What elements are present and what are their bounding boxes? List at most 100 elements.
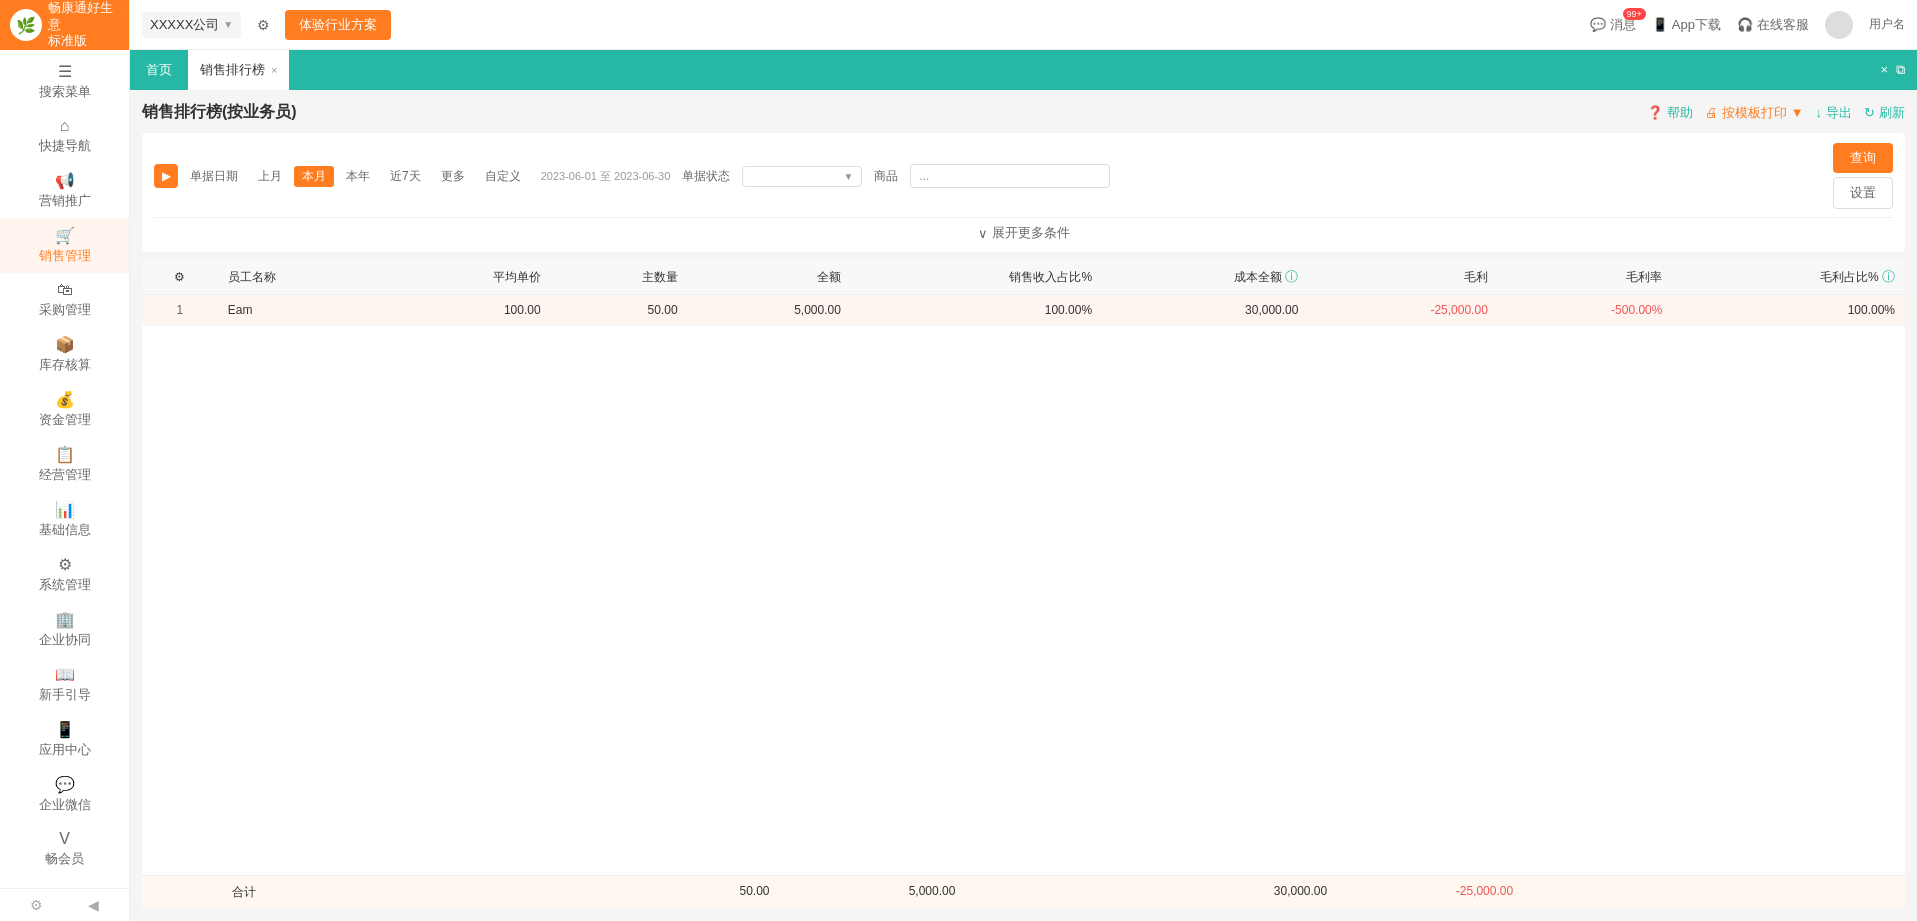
company-selector[interactable]: XXXXX公司 ▼	[142, 12, 241, 38]
sidebar-finance-label: 资金管理	[39, 411, 91, 429]
sidebar-item-basics[interactable]: 📊基础信息	[0, 492, 129, 547]
message-button[interactable]: 💬 消息 99+	[1590, 16, 1636, 34]
sidebar-basics-icon: 📊	[55, 500, 75, 519]
col-amount: 全额	[688, 260, 851, 295]
logo-text: 畅康通好生意 标准版	[48, 0, 119, 50]
table-footer: 合计 50.00 5,000.00 30,000.00 -25,000.00	[142, 875, 1905, 909]
help-button[interactable]: ❓ 帮助	[1647, 104, 1693, 122]
footer-sales-pct	[965, 884, 1151, 901]
sidebar-marketing-icon: 📢	[55, 171, 75, 190]
status-select[interactable]: ▼	[742, 166, 862, 187]
table-area: ⚙ 员工名称 平均单价 主数量 全额 销售收入占比% 成本全额 ⓘ 毛利 毛利率…	[142, 260, 1905, 909]
service-label: 在线客服	[1757, 16, 1809, 34]
footer-gross-rate	[1523, 884, 1709, 901]
company-name: XXXXX公司	[150, 16, 219, 34]
refresh-button[interactable]: ↻ 刷新	[1864, 104, 1905, 122]
col-sales-pct: 销售收入占比%	[851, 260, 1102, 295]
cell-gross-rate: -500.00%	[1498, 295, 1673, 326]
sidebar-item-inventory[interactable]: 📦库存核算	[0, 327, 129, 382]
cell-rank: 1	[142, 295, 218, 326]
date-custom-tab[interactable]: 自定义	[477, 166, 529, 187]
app-label: App下载	[1672, 16, 1721, 34]
sidebar-wechat-label: 企业微信	[39, 796, 91, 814]
date-range-text: 2023-06-01 至 2023-06-30	[541, 169, 671, 184]
logo-icon: 🌿	[10, 9, 42, 41]
sidebar-collapse-icon[interactable]: ◀	[88, 897, 99, 913]
goods-label: 商品	[874, 168, 898, 185]
sidebar-item-enterprise[interactable]: 🏢企业协同	[0, 602, 129, 657]
service-icon: 🎧	[1737, 17, 1753, 32]
footer-total-label: 合计	[222, 884, 408, 901]
cell-sales-pct: 100.00%	[851, 295, 1102, 326]
export-icon: ↓	[1816, 105, 1823, 120]
date-7days-tab[interactable]: 近7天	[382, 166, 429, 187]
window-restore-icon[interactable]: ⧉	[1896, 62, 1905, 78]
window-close-icon[interactable]: ×	[1880, 62, 1888, 78]
date-prev-tab[interactable]: 上月	[250, 166, 290, 187]
tab-home[interactable]: 首页	[130, 50, 188, 90]
sidebar-item-apps[interactable]: 📱应用中心	[0, 712, 129, 767]
date-tabs: 上月 本月 本年 近7天 更多 自定义	[250, 166, 529, 187]
sidebar-purchase-label: 采购管理	[39, 301, 91, 319]
settings-button[interactable]: 设置	[1833, 177, 1893, 209]
date-more-tab[interactable]: 更多	[433, 166, 473, 187]
experience-button[interactable]: 体验行业方案	[285, 10, 391, 40]
filter-action-buttons: 查询 设置	[1833, 143, 1893, 209]
help-label: 帮助	[1667, 104, 1693, 122]
date-current-tab[interactable]: 本月	[294, 166, 334, 187]
expand-label: 展开更多条件	[992, 224, 1070, 242]
sidebar-settings-icon[interactable]: ⚙	[30, 897, 43, 913]
date-year-tab[interactable]: 本年	[338, 166, 378, 187]
sidebar-item-guide[interactable]: 📖新手引导	[0, 657, 129, 712]
sidebar-item-finance[interactable]: 💰 资金管理	[0, 382, 129, 437]
sidebar-item-quick[interactable]: ⌂快捷导航	[0, 109, 129, 163]
data-table: ⚙ 员工名称 平均单价 主数量 全额 销售收入占比% 成本全额 ⓘ 毛利 毛利率…	[142, 260, 1905, 326]
message-badge: 99+	[1623, 8, 1646, 20]
sidebar-finance-icon: 💰	[55, 390, 75, 409]
print-label: 按模板打印	[1722, 104, 1787, 122]
sidebar-item-purchase[interactable]: 🛍采购管理	[0, 273, 129, 327]
sidebar-item-sales[interactable]: 🛒销售管理	[0, 218, 129, 273]
footer-gross-pct	[1709, 884, 1895, 901]
sidebar-item-search[interactable]: ☰搜索菜单	[0, 54, 129, 109]
cell-name: Eam	[218, 295, 384, 326]
sidebar-apps-icon: 📱	[55, 720, 75, 739]
goods-input[interactable]: ...	[910, 164, 1110, 188]
avatar[interactable]	[1825, 11, 1853, 39]
tab-close-icon[interactable]: ×	[271, 64, 277, 76]
app-icon: 📱	[1652, 17, 1668, 32]
sidebar-nav: ☰搜索菜单⌂快捷导航📢营销推广🛒销售管理🛍采购管理📦库存核算 💰 资金管理 📋经营管理…	[0, 50, 129, 888]
filter-toggle-button[interactable]: ▶	[154, 164, 178, 188]
footer-gross: -25,000.00	[1337, 884, 1523, 901]
print-button[interactable]: 🖨 按模板打印 ▼	[1705, 104, 1804, 122]
tab-sales-ranking[interactable]: 销售排行榜 ×	[188, 50, 289, 90]
app-download-button[interactable]: 📱 App下载	[1652, 16, 1721, 34]
sidebar-item-system[interactable]: ⚙系统管理	[0, 547, 129, 602]
col-settings[interactable]: ⚙	[142, 260, 218, 295]
footer-label	[152, 884, 222, 901]
sidebar-wechat-icon: 💬	[55, 775, 75, 794]
tab-label: 销售排行榜	[200, 61, 265, 79]
expand-conditions-button[interactable]: ∨ 展开更多条件	[154, 217, 1893, 242]
filter-area: ▶ 单据日期 上月 本月 本年 近7天 更多 自定义 2023-06-01 至 …	[142, 133, 1905, 252]
export-button[interactable]: ↓ 导出	[1816, 104, 1853, 122]
sidebar-item-wechat[interactable]: 💬 企业微信	[0, 767, 129, 822]
sidebar-item-operations[interactable]: 📋经营管理	[0, 437, 129, 492]
sidebar-search-label: 搜索菜单	[39, 83, 91, 101]
main-area: XXXXX公司 ▼ ⚙ 体验行业方案 💬 消息 99+ 📱 App下载 🎧 在线…	[130, 0, 1917, 921]
page-header: 销售排行榜(按业务员) ❓ 帮助 🖨 按模板打印 ▼ ↓ 导出 ↻ 刷新	[142, 102, 1905, 123]
sidebar: 🌿 畅康通好生意 标准版 ☰搜索菜单⌂快捷导航📢营销推广🛒销售管理🛍采购管理📦库…	[0, 0, 130, 921]
table-body: 1 Eam 100.00 50.00 5,000.00 100.00% 30,0…	[142, 295, 1905, 326]
page-actions: ❓ 帮助 🖨 按模板打印 ▼ ↓ 导出 ↻ 刷新	[1647, 104, 1905, 122]
print-chevron-icon: ▼	[1791, 105, 1804, 120]
page-title: 销售排行榜(按业务员)	[142, 102, 297, 123]
col-cost: 成本全额 ⓘ	[1102, 260, 1308, 295]
online-service-button[interactable]: 🎧 在线客服	[1737, 16, 1809, 34]
cell-avg-price: 100.00	[384, 295, 550, 326]
sidebar-item-member[interactable]: V畅会员	[0, 822, 129, 876]
sidebar-member-icon: V	[59, 830, 70, 848]
sidebar-item-marketing[interactable]: 📢营销推广	[0, 163, 129, 218]
filter-row: ▶ 单据日期 上月 本月 本年 近7天 更多 自定义 2023-06-01 至 …	[154, 143, 1893, 209]
topbar-gear-button[interactable]: ⚙	[249, 11, 277, 39]
query-button[interactable]: 查询	[1833, 143, 1893, 173]
